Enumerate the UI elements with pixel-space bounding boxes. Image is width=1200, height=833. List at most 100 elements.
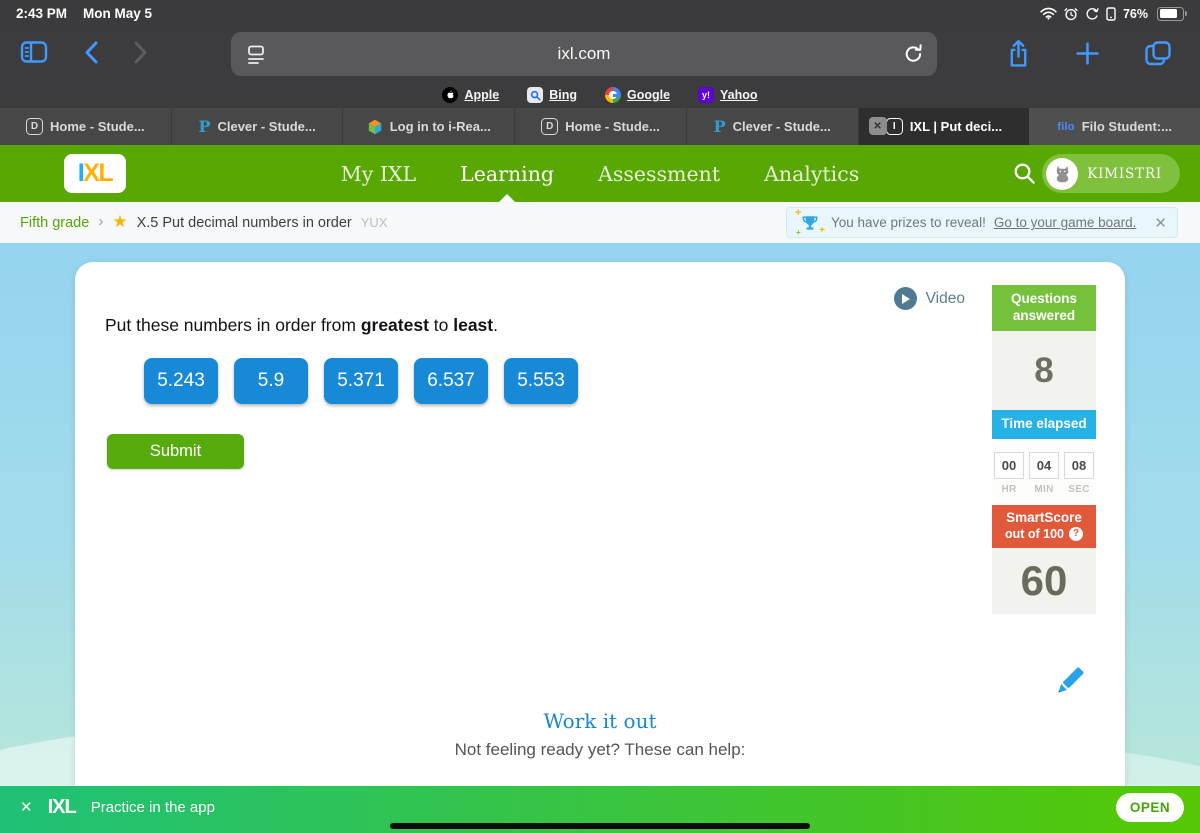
- number-tile[interactable]: 6.537: [414, 358, 488, 404]
- battery-percent: 76%: [1122, 6, 1148, 21]
- tab-title: IXL | Put deci...: [909, 119, 1003, 134]
- submit-button[interactable]: Submit: [107, 434, 244, 469]
- tab-home-student-2[interactable]: D Home - Stude...: [515, 108, 687, 145]
- tabs-overview-button[interactable]: [1144, 40, 1172, 67]
- close-icon[interactable]: ✕: [1154, 214, 1167, 232]
- sidebar-toggle-button[interactable]: [20, 40, 48, 64]
- video-button[interactable]: Video: [893, 287, 965, 310]
- tab-title: Filo Student:...: [1081, 119, 1172, 134]
- bing-search-icon: [527, 87, 544, 103]
- skill-code: YUX: [360, 215, 388, 230]
- smartscore-value: 60: [992, 548, 1096, 615]
- ixl-favicon: I: [885, 118, 903, 135]
- account-button[interactable]: KIMISTRI: [1042, 154, 1180, 193]
- question-suffix: .: [493, 315, 498, 335]
- tab-close-button[interactable]: ✕: [868, 117, 887, 135]
- tab-bar: D Home - Stude... P Clever - Stude... Lo…: [0, 108, 1200, 145]
- open-app-button[interactable]: OPEN: [1116, 793, 1184, 822]
- work-it-out-subtitle: Not feeling ready yet? These can help:: [454, 740, 746, 759]
- wifi-icon: [1040, 7, 1057, 20]
- tab-title: Log in to i-Rea...: [389, 119, 491, 134]
- iready-cube-icon: [367, 119, 383, 135]
- page-settings-icon[interactable]: [246, 43, 266, 66]
- nav-my-ixl[interactable]: My IXL: [341, 145, 416, 202]
- device-icon: [1106, 6, 1116, 21]
- tab-title: Home - Stude...: [50, 119, 145, 134]
- timer-hours: 00: [994, 451, 1024, 479]
- tab-ixl-active[interactable]: ✕ I IXL | Put deci...: [858, 108, 1030, 145]
- number-tiles: 5.243 5.9 5.371 6.537 5.553: [144, 358, 578, 404]
- bookmark-apple[interactable]: Apple: [442, 87, 499, 103]
- new-tab-button[interactable]: [1075, 41, 1100, 66]
- app-promo-banner: ✕ IXL Practice in the app OPEN: [0, 786, 1200, 833]
- tab-clever-2[interactable]: P Clever - Stude...: [687, 108, 859, 145]
- scratchpad-pencil-icon[interactable]: [1051, 662, 1089, 700]
- game-board-link[interactable]: Go to your game board.: [994, 215, 1137, 230]
- google-icon: [604, 87, 621, 103]
- breadcrumb-skill: X.5 Put decimal numbers in order: [136, 214, 352, 231]
- tab-iready-login[interactable]: Log in to i-Rea...: [343, 108, 516, 145]
- questions-answered-header: Questions answered: [992, 285, 1096, 331]
- breadcrumb: Fifth grade › ★ X.5 Put decimal numbers …: [20, 202, 388, 243]
- banner-message: Practice in the app: [90, 798, 215, 816]
- yahoo-icon: y!: [698, 87, 715, 103]
- breadcrumb-bar: Fifth grade › ★ X.5 Put decimal numbers …: [0, 202, 1200, 243]
- trophy-icon: + + +: [794, 206, 825, 237]
- avatar: [1046, 157, 1079, 190]
- ixl-header: I X L My IXL Learning Assessment Analyti…: [0, 145, 1200, 202]
- nav-analytics[interactable]: Analytics: [764, 145, 859, 202]
- breadcrumb-grade-link[interactable]: Fifth grade: [20, 215, 89, 231]
- stats-panel: Questions answered 8 Time elapsed 00 04 …: [992, 285, 1096, 615]
- ixl-brand-logo: IXL: [47, 795, 77, 818]
- number-tile[interactable]: 5.371: [324, 358, 398, 404]
- play-icon: [893, 287, 917, 310]
- clock-date: Mon May 5: [83, 6, 153, 21]
- smartscore-sublabel: out of 100: [1004, 526, 1065, 541]
- number-tile[interactable]: 5.243: [144, 358, 218, 404]
- bookmark-label: Yahoo: [720, 88, 758, 102]
- time-elapsed-header: Time elapsed: [992, 409, 1096, 439]
- smartscore-header: SmartScore out of 100 ?: [992, 504, 1096, 549]
- practice-background: Video Put these numbers in order from gr…: [0, 243, 1200, 786]
- timer-hr-label: HR: [1001, 483, 1017, 495]
- battery-icon: [1157, 6, 1187, 21]
- number-tile[interactable]: 5.9: [234, 358, 308, 404]
- tab-filo-student[interactable]: filo Filo Student:...: [1029, 108, 1200, 145]
- home-indicator[interactable]: [390, 823, 810, 829]
- timer-minutes: 04: [1029, 451, 1059, 479]
- number-tile[interactable]: 5.553: [504, 358, 578, 404]
- star-icon: ★: [112, 211, 128, 231]
- alarm-icon: [1064, 7, 1078, 21]
- nav-assessment[interactable]: Assessment: [598, 145, 720, 202]
- share-button[interactable]: [1006, 38, 1031, 68]
- question-emphasis: greatest: [360, 315, 429, 335]
- bookmark-bing[interactable]: Bing: [527, 87, 577, 103]
- address-bar[interactable]: ixl.com: [231, 32, 937, 76]
- tab-home-student-1[interactable]: D Home - Stude...: [0, 108, 172, 145]
- filo-icon: filo: [1057, 120, 1075, 133]
- banner-close-icon[interactable]: ✕: [20, 798, 33, 816]
- timer-sec-label: SEC: [1068, 483, 1090, 495]
- prize-message: You have prizes to reveal!: [830, 215, 986, 230]
- timer: 00 04 08 HR MIN SEC: [992, 438, 1096, 505]
- nav-learning[interactable]: Learning: [460, 145, 554, 202]
- help-icon[interactable]: ?: [1069, 527, 1084, 542]
- bookmark-label: Bing: [549, 88, 577, 102]
- bookmark-label: Google: [626, 88, 671, 102]
- favorites-bar: Apple Bing Google y! Yahoo: [0, 87, 1200, 103]
- question-text: Put these numbers in order from greatest…: [105, 315, 498, 336]
- bookmark-yahoo[interactable]: y! Yahoo: [698, 87, 758, 103]
- back-button[interactable]: [84, 41, 98, 64]
- forward-button[interactable]: [134, 41, 148, 64]
- bookmark-google[interactable]: Google: [604, 87, 671, 103]
- question-prefix: Put these numbers in order from: [105, 315, 361, 335]
- tab-clever-1[interactable]: P Clever - Stude...: [172, 108, 344, 145]
- search-icon[interactable]: [1013, 162, 1036, 185]
- refresh-button[interactable]: [903, 43, 924, 65]
- questions-answered-value: 8: [992, 330, 1096, 410]
- timer-seconds: 08: [1064, 451, 1094, 479]
- url-text: ixl.com: [557, 44, 611, 63]
- browser-toolbar: ixl.com Apple Bing Google y! Yahoo: [0, 27, 1200, 108]
- smartscore-label: SmartScore: [1006, 509, 1082, 525]
- work-it-out-title: Work it out: [543, 709, 657, 733]
